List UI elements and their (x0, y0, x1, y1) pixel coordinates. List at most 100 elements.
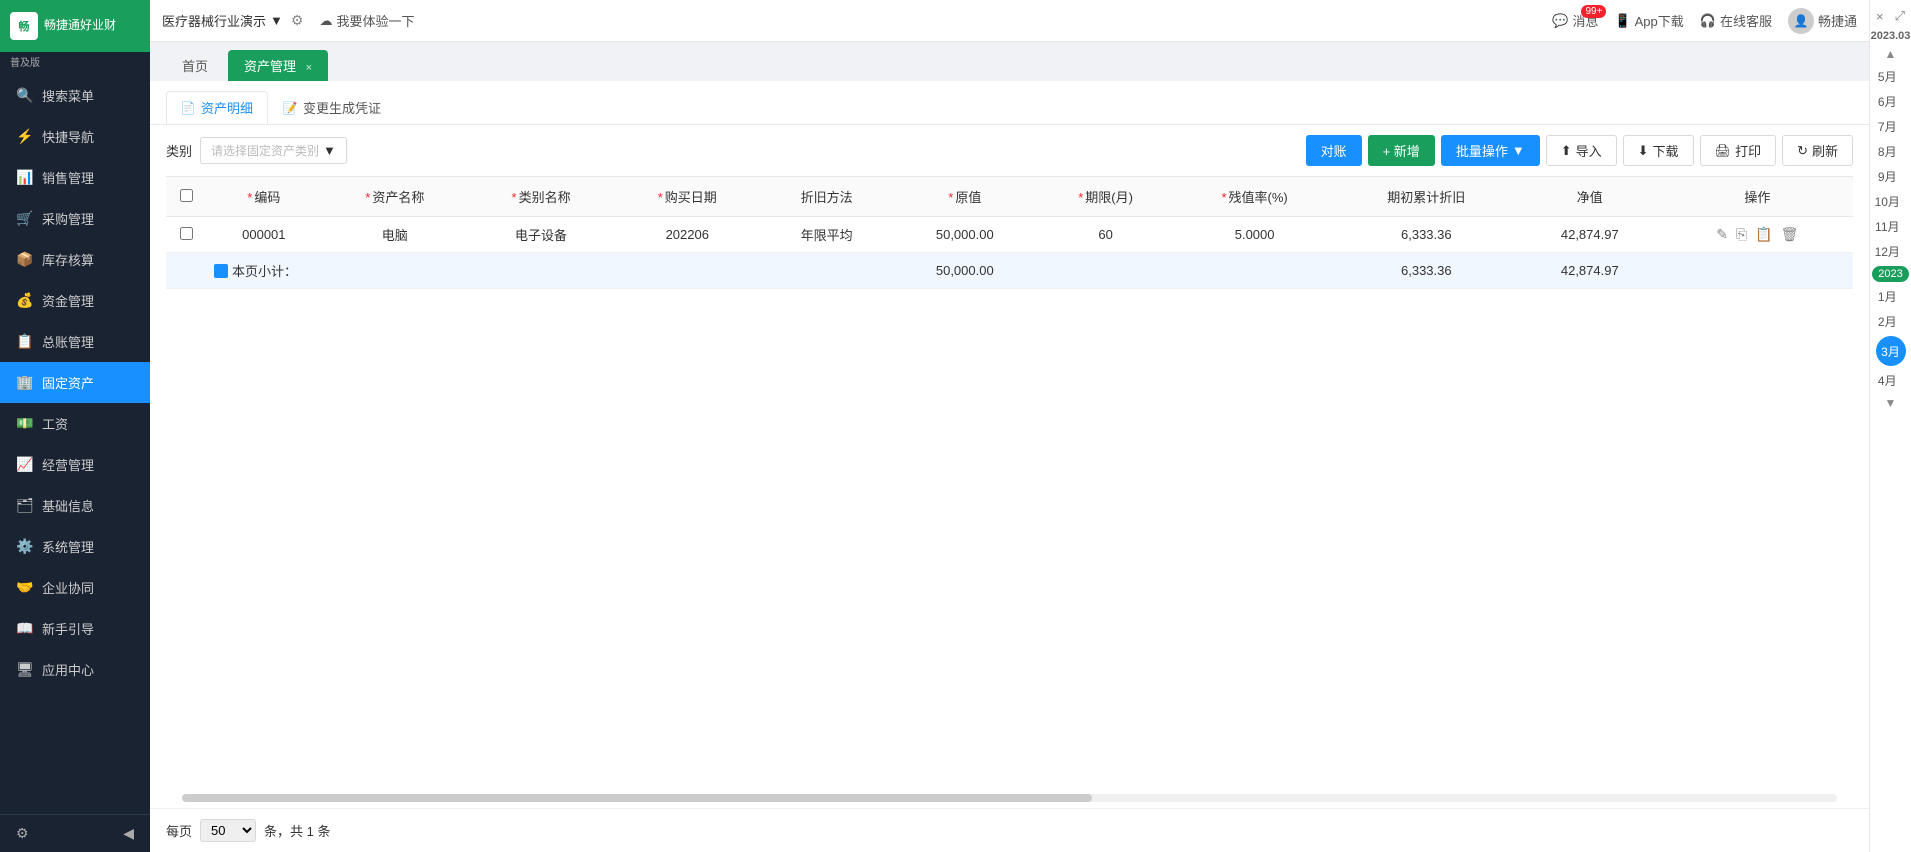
detail-icon[interactable]: 📋 (1755, 226, 1772, 243)
month-item[interactable]: 8月 (1869, 139, 1905, 164)
purchase-icon: 🛒 (16, 210, 34, 227)
tabs-bar: 首页 资产管理 × (150, 42, 1869, 81)
sub-tab-voucher-gen[interactable]: 📝 变更生成凭证 (268, 91, 396, 124)
voucher-gen-icon: 📝 (283, 101, 297, 115)
sidebar-item-label-guide: 新手引导 (42, 619, 94, 638)
app-download-btn[interactable]: 📱 App下载 (1614, 11, 1683, 30)
sidebar-bottom: ⚙ ◀ (0, 814, 150, 852)
month-item[interactable]: 1月 (1869, 284, 1905, 309)
online-service-label: 在线客服 (1720, 11, 1772, 30)
sidebar-item-salary[interactable]: 💵 工资 (0, 403, 150, 444)
nav-down-icon[interactable]: ▼ (1882, 393, 1900, 413)
batch-label: 批量操作 (1456, 141, 1508, 160)
subtotal-net-value: 42,874.97 (1518, 253, 1662, 289)
month-item[interactable]: 5月 (1869, 64, 1905, 89)
sidebar-item-enterprise[interactable]: 🤝 企业协同 (0, 567, 150, 608)
collapse-icon[interactable]: ◀ (123, 825, 134, 842)
month-item[interactable]: 11月 (1869, 214, 1905, 239)
subtotal-label-cell: 本页小计： (206, 253, 893, 289)
refresh-button[interactable]: ↻ 刷新 (1782, 135, 1853, 166)
reconcile-label: 对账 (1321, 141, 1347, 160)
page-size-select[interactable]: 50 100 200 (200, 819, 256, 842)
sidebar-item-operations[interactable]: 📈 经营管理 (0, 444, 150, 485)
sidebar-item-guide[interactable]: 📖 新手引导 (0, 608, 150, 649)
sub-tab-asset-detail[interactable]: 📄 资产明细 (166, 91, 268, 124)
sidebar-item-label-ledger: 总账管理 (42, 332, 94, 351)
row-checkbox-cell[interactable] (166, 217, 206, 253)
row-code: 000001 (206, 217, 322, 253)
month-item[interactable]: 4月 (1869, 368, 1905, 393)
sidebar-item-ledger[interactable]: 📋 总账管理 (0, 321, 150, 362)
sidebar-item-apps[interactable]: 🖥 应用中心 (0, 649, 150, 690)
month-item[interactable]: 3月 (1876, 336, 1906, 366)
topbar-gear-icon[interactable]: ⚙ (291, 12, 304, 29)
download-button[interactable]: ⬇ 下载 (1623, 135, 1694, 166)
sidebar-item-basic[interactable]: 🗂 基础信息 (0, 485, 150, 526)
sidebar-item-label-fixed: 固定资产 (42, 373, 94, 392)
month-item[interactable]: 9月 (1869, 164, 1905, 189)
page-content: 📄 资产明细 📝 变更生成凭证 类别 请选择固定资产类别 ▼ 对账 + 新增 (150, 81, 1869, 852)
sidebar-item-nav[interactable]: ⚡ 快捷导航 (0, 116, 150, 157)
settings-icon[interactable]: ⚙ (16, 825, 29, 842)
sidebar-item-fixed[interactable]: 🏢 固定资产 (0, 362, 150, 403)
sidebar-item-system[interactable]: ⚙️ 系统管理 (0, 526, 150, 567)
table-header-row: *编码 *资产名称 *类别名称 *购买日期 折旧方法 *原值 *期限(月) *残… (166, 177, 1853, 217)
tab-home[interactable]: 首页 (166, 50, 224, 81)
sidebar-item-search[interactable]: 🔍 搜索菜单 (0, 75, 150, 116)
month-item[interactable]: 6月 (1869, 89, 1905, 114)
select-all-checkbox[interactable] (180, 189, 193, 202)
sidebar-item-sales[interactable]: 📊 销售管理 (0, 157, 150, 198)
print-button[interactable]: 🖨 打印 (1700, 135, 1777, 166)
import-button[interactable]: ⬆ 导入 (1546, 135, 1617, 166)
tab-asset-mgmt[interactable]: 资产管理 × (228, 50, 328, 81)
month-item[interactable]: 2月 (1869, 309, 1905, 334)
new-label: + 新增 (1383, 141, 1420, 160)
guide-icon: 📖 (16, 620, 34, 637)
sidebar-item-inventory[interactable]: 📦 库存核算 (0, 239, 150, 280)
edit-icon[interactable]: ✎ (1716, 226, 1728, 243)
batch-button[interactable]: 批量操作 ▼ (1441, 135, 1540, 166)
row-checkbox[interactable] (180, 227, 193, 240)
user-area[interactable]: 👤 畅捷通 (1788, 8, 1857, 34)
filter-category-select[interactable]: 请选择固定资产类别 ▼ (200, 137, 347, 164)
year-tag[interactable]: 2023 (1872, 266, 1908, 282)
company-selector[interactable]: 医疗器械行业演示 ▼ (162, 11, 283, 30)
subtotal-original-value: 50,000.00 (893, 253, 1037, 289)
experience-link[interactable]: ☁ 我要体验一下 (319, 11, 414, 30)
sidebar-item-label-basic: 基础信息 (42, 496, 94, 515)
topbar-right: 💬 消息 99+ 📱 App下载 🎧 在线客服 👤 畅捷通 (1552, 8, 1857, 34)
row-depreciation-method: 年限平均 (760, 217, 892, 253)
nav-up-icon[interactable]: ▲ (1882, 44, 1900, 64)
username: 畅捷通 (1818, 11, 1857, 30)
month-item[interactable]: 12月 (1869, 239, 1905, 264)
right-sidebar-expand-icon[interactable]: ⤢ (1895, 8, 1905, 24)
right-sidebar-top: × ⤢ (1870, 8, 1911, 28)
apps-icon: 🖥 (16, 661, 34, 678)
new-button[interactable]: + 新增 (1368, 135, 1435, 166)
row-term: 60 (1037, 217, 1175, 253)
sidebar-item-capital[interactable]: 💰 资金管理 (0, 280, 150, 321)
row-purchase-date: 202206 (614, 217, 760, 253)
sidebar-item-label-inventory: 库存核算 (42, 250, 94, 269)
delete-icon[interactable]: 🗑 (1781, 226, 1799, 243)
online-service-btn[interactable]: 🎧 在线客服 (1700, 11, 1772, 30)
tab-close-icon[interactable]: × (306, 62, 312, 74)
subtotal-empty-2 (1037, 253, 1175, 289)
messages-btn[interactable]: 💬 消息 99+ (1552, 11, 1598, 30)
horizontal-scrollbar[interactable] (150, 788, 1869, 808)
sidebar-item-label-apps: 应用中心 (42, 660, 94, 679)
month-item[interactable]: 7月 (1869, 114, 1905, 139)
right-sidebar-close-icon[interactable]: × (1876, 9, 1884, 24)
year-label: 2023.03 (1867, 28, 1911, 44)
col-checkbox (166, 177, 206, 217)
topbar: 医疗器械行业演示 ▼ ⚙ ☁ 我要体验一下 💬 消息 99+ 📱 App下载 🎧… (150, 0, 1869, 42)
subtotal-icon (214, 264, 228, 278)
col-original-value: *原值 (893, 177, 1037, 217)
import-label: 导入 (1576, 141, 1602, 160)
month-item[interactable]: 10月 (1869, 189, 1905, 214)
asset-table: *编码 *资产名称 *类别名称 *购买日期 折旧方法 *原值 *期限(月) *残… (166, 176, 1853, 289)
sidebar-item-purchase[interactable]: 🛒 采购管理 (0, 198, 150, 239)
reconcile-button[interactable]: 对账 (1306, 135, 1362, 166)
copy-icon[interactable]: ⎘ (1736, 226, 1747, 243)
capital-icon: 💰 (16, 292, 34, 309)
